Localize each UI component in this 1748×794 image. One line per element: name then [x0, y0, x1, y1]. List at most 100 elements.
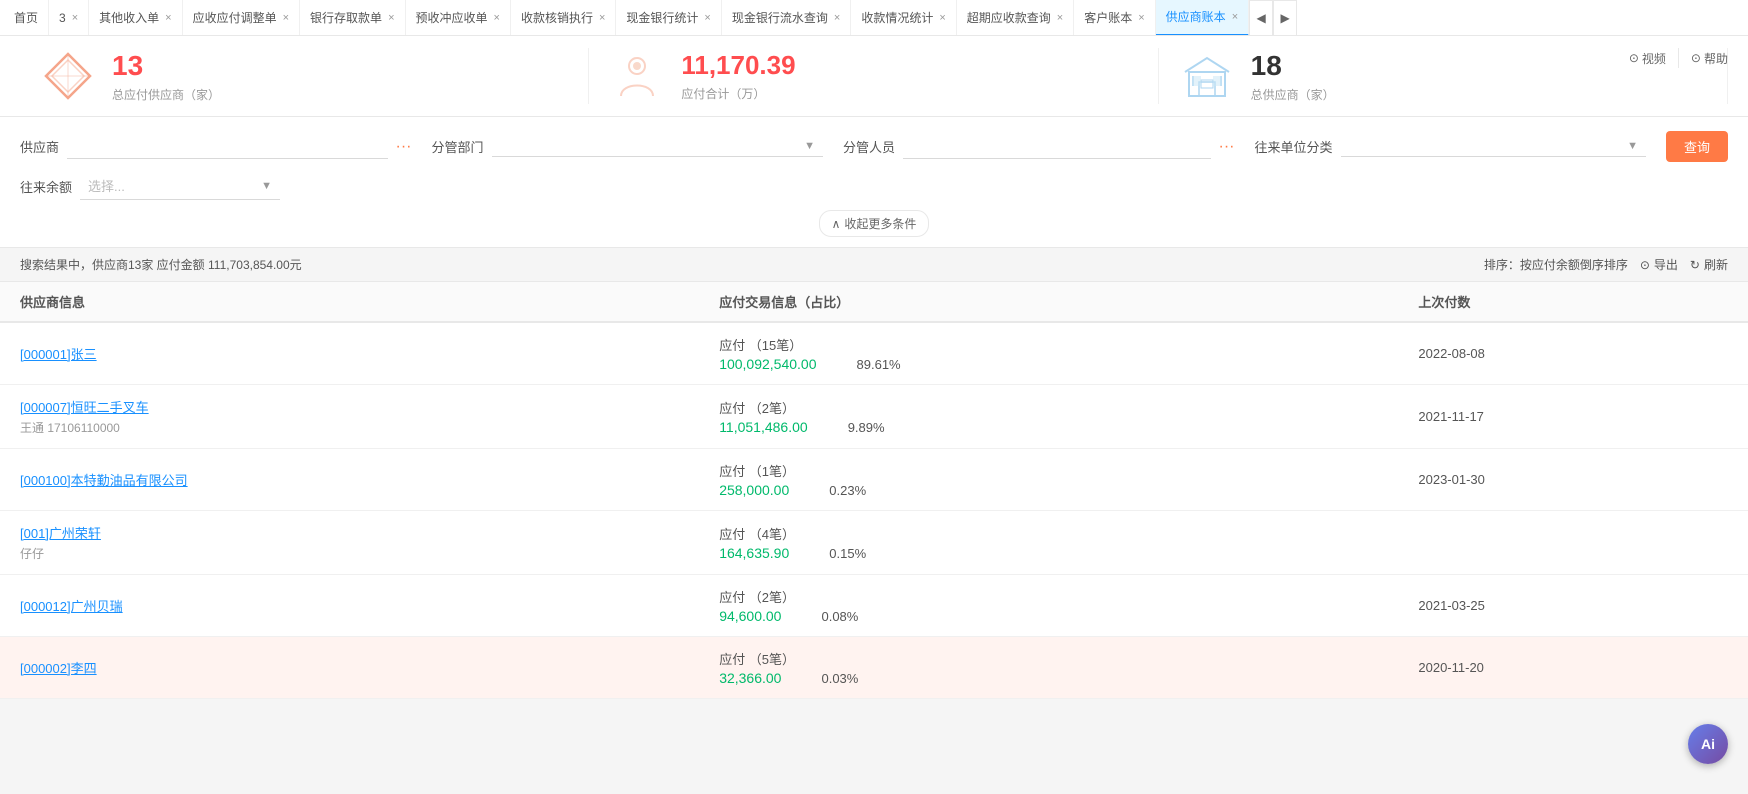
- supplier-link[interactable]: [000002]李四: [20, 658, 679, 677]
- help-link[interactable]: ⊙ 帮助: [1691, 48, 1728, 68]
- video-link[interactable]: ⊙ 视频: [1629, 48, 1666, 68]
- ap-amount[interactable]: 94,600.00: [719, 608, 781, 624]
- ap-label: 应付 （2笔）: [719, 587, 1378, 606]
- last-payment-cell: 2020-11-20: [1398, 637, 1748, 699]
- nav-tab-receipt-verify[interactable]: 收款核销执行 ×: [511, 0, 616, 36]
- summary-bar: 13 总应付供应商（家） 11,170.39 应付合计（万）: [0, 36, 1748, 117]
- nav-tab-overdue-ar[interactable]: 超期应收款查询 ×: [957, 0, 1074, 36]
- nav-tab-bank-deposit-close[interactable]: ×: [388, 12, 394, 24]
- filter-row-1: 供应商 ··· 分管部门 ▼ 分管人员 ··· 往来单位分类 ▼ 查询: [20, 131, 1728, 162]
- supplier-link[interactable]: [000100]本特勤油品有限公司: [20, 470, 679, 489]
- nav-tab-cash-bank-stat-label: 现金银行统计: [626, 9, 698, 26]
- dept-label: 分管部门: [432, 137, 484, 156]
- summary-ap-suppliers-label: 总应付供应商（家）: [112, 86, 220, 103]
- person-label: 分管人员: [843, 137, 895, 156]
- ap-info-cell: 应付 （2笔） 94,600.00 0.08%: [699, 575, 1398, 637]
- nav-tab-other-income[interactable]: 其他收入单 ×: [89, 0, 182, 36]
- nav-tab-receipt-verify-close[interactable]: ×: [599, 12, 605, 24]
- nav-tab-ar-ap-adjust-close[interactable]: ×: [283, 12, 289, 24]
- person-input[interactable]: [903, 135, 1211, 159]
- balance-select[interactable]: 选择... ▼: [80, 172, 280, 200]
- nav-tab-3[interactable]: 3 ×: [49, 0, 89, 36]
- dept-select[interactable]: ▼: [492, 136, 823, 157]
- ap-amount[interactable]: 32,366.00: [719, 670, 781, 686]
- nav-tab-cash-flow-query[interactable]: 现金银行流水查询 ×: [722, 0, 851, 36]
- export-button[interactable]: ⊙ 导出: [1640, 256, 1678, 273]
- supplier-link[interactable]: [000001]张三: [20, 344, 679, 363]
- ap-label: 应付 （2笔）: [719, 398, 1378, 417]
- search-button[interactable]: 查询: [1666, 131, 1728, 162]
- table-row: [000100]本特勤油品有限公司 应付 （1笔） 258,000.00 0.2…: [0, 449, 1748, 511]
- supplier-info-cell: [000002]李四: [0, 637, 699, 699]
- ap-percent: 0.03%: [821, 671, 858, 686]
- nav-tab-other-income-close[interactable]: ×: [165, 12, 171, 24]
- collapse-icon: ∧: [832, 217, 841, 231]
- nav-tab-cash-bank-stat-close[interactable]: ×: [704, 12, 710, 24]
- ai-label: Ai: [1701, 736, 1715, 752]
- actions-divider: [1678, 48, 1679, 68]
- nav-tab-bank-deposit[interactable]: 银行存取款单 ×: [300, 0, 405, 36]
- ai-button[interactable]: Ai: [1688, 724, 1728, 764]
- nav-tab-customer-ledger[interactable]: 客户账本 ×: [1074, 0, 1155, 36]
- supplier-input[interactable]: [67, 135, 388, 159]
- nav-tab-cash-flow-query-close[interactable]: ×: [834, 12, 840, 24]
- person-icon: [609, 48, 665, 104]
- store-icon: [1179, 48, 1235, 104]
- supplier-link[interactable]: [001]广州荣轩: [20, 523, 679, 542]
- result-bar: 搜索结果中，供应商13家 应付金额 111,703,854.00元 排序：按应付…: [0, 248, 1748, 282]
- nav-next-arrow[interactable]: ▶: [1273, 0, 1297, 36]
- balance-label: 往来余额: [20, 177, 72, 196]
- supplier-link[interactable]: [000007]恒旺二手叉车: [20, 397, 679, 416]
- supplier-sub: 王通 17106110000: [20, 419, 679, 436]
- table-row: [000007]恒旺二手叉车 王通 17106110000 应付 （2笔） 11…: [0, 385, 1748, 449]
- ap-amount[interactable]: 258,000.00: [719, 482, 789, 498]
- supplier-sub: 仔仔: [20, 545, 679, 562]
- table-row: [000012]广州贝瑞 应付 （2笔） 94,600.00 0.08% 202…: [0, 575, 1748, 637]
- refresh-button[interactable]: ↻ 刷新: [1690, 256, 1728, 273]
- nav-tab-overdue-ar-close[interactable]: ×: [1057, 12, 1063, 24]
- supplier-info-cell: [000012]广州贝瑞: [0, 575, 699, 637]
- ap-info-cell: 应付 （5笔） 32,366.00 0.03%: [699, 637, 1398, 699]
- nav-tab-home[interactable]: 首页: [4, 0, 49, 36]
- table-header-row: 供应商信息 应付交易信息（占比） 上次付数: [0, 282, 1748, 322]
- summary-ap-total-info: 11,170.39 应付合计（万）: [681, 50, 795, 102]
- ap-info-cell: 应付 （1笔） 258,000.00 0.23%: [699, 449, 1398, 511]
- category-select[interactable]: ▼: [1341, 136, 1646, 157]
- last-payment-date: 2023-01-30: [1418, 472, 1485, 487]
- nav-tab-receipt-stat-label: 收款情况统计: [861, 9, 933, 26]
- nav-tab-customer-ledger-close[interactable]: ×: [1138, 12, 1144, 24]
- ap-amount[interactable]: 11,051,486.00: [719, 419, 808, 435]
- supplier-info-cell: [000100]本特勤油品有限公司: [0, 449, 699, 511]
- nav-tab-receipt-verify-label: 收款核销执行: [521, 9, 593, 26]
- collapse-label: 收起更多条件: [844, 215, 916, 232]
- nav-tab-receipt-stat[interactable]: 收款情况统计 ×: [851, 0, 956, 36]
- nav-tab-prepay-ar-close[interactable]: ×: [494, 12, 500, 24]
- supplier-link[interactable]: [000012]广州贝瑞: [20, 596, 679, 615]
- last-payment-cell: 2023-01-30: [1398, 449, 1748, 511]
- ap-amount[interactable]: 164,635.90: [719, 545, 789, 561]
- col-header-ap-info: 应付交易信息（占比）: [699, 282, 1398, 322]
- nav-tab-supplier-ledger[interactable]: 供应商账本 ×: [1156, 0, 1249, 36]
- ap-amount[interactable]: 100,092,540.00: [719, 356, 816, 372]
- filter-area: 供应商 ··· 分管部门 ▼ 分管人员 ··· 往来单位分类 ▼ 查询: [0, 117, 1748, 248]
- ap-info-cell: 应付 （4笔） 164,635.90 0.15%: [699, 511, 1398, 575]
- ap-percent: 9.89%: [848, 420, 885, 435]
- nav-tab-receipt-stat-close[interactable]: ×: [939, 12, 945, 24]
- sort-label[interactable]: 排序：按应付余额倒序排序: [1484, 256, 1628, 273]
- balance-placeholder: 选择...: [88, 176, 125, 195]
- nav-tab-prepay-ar[interactable]: 预收冲应收单 ×: [406, 0, 511, 36]
- nav-tab-ar-ap-adjust[interactable]: 应收应付调整单 ×: [183, 0, 300, 36]
- table-row: [000001]张三 应付 （15笔） 100,092,540.00 89.61…: [0, 322, 1748, 385]
- nav-tab-3-close[interactable]: ×: [72, 12, 78, 24]
- col-header-last-payment: 上次付数: [1398, 282, 1748, 322]
- ap-info-cell: 应付 （2笔） 11,051,486.00 9.89%: [699, 385, 1398, 449]
- nav-tab-supplier-ledger-close[interactable]: ×: [1232, 11, 1238, 23]
- last-payment-date: 2022-08-08: [1418, 346, 1485, 361]
- supplier-dots[interactable]: ···: [396, 138, 412, 156]
- last-payment-date: 2021-03-25: [1418, 598, 1485, 613]
- nav-prev-arrow[interactable]: ◀: [1249, 0, 1273, 36]
- person-dots[interactable]: ···: [1219, 138, 1235, 156]
- last-payment-cell: 2022-08-08: [1398, 322, 1748, 385]
- collapse-button[interactable]: ∧ 收起更多条件: [819, 210, 930, 237]
- nav-tab-cash-bank-stat[interactable]: 现金银行统计 ×: [616, 0, 721, 36]
